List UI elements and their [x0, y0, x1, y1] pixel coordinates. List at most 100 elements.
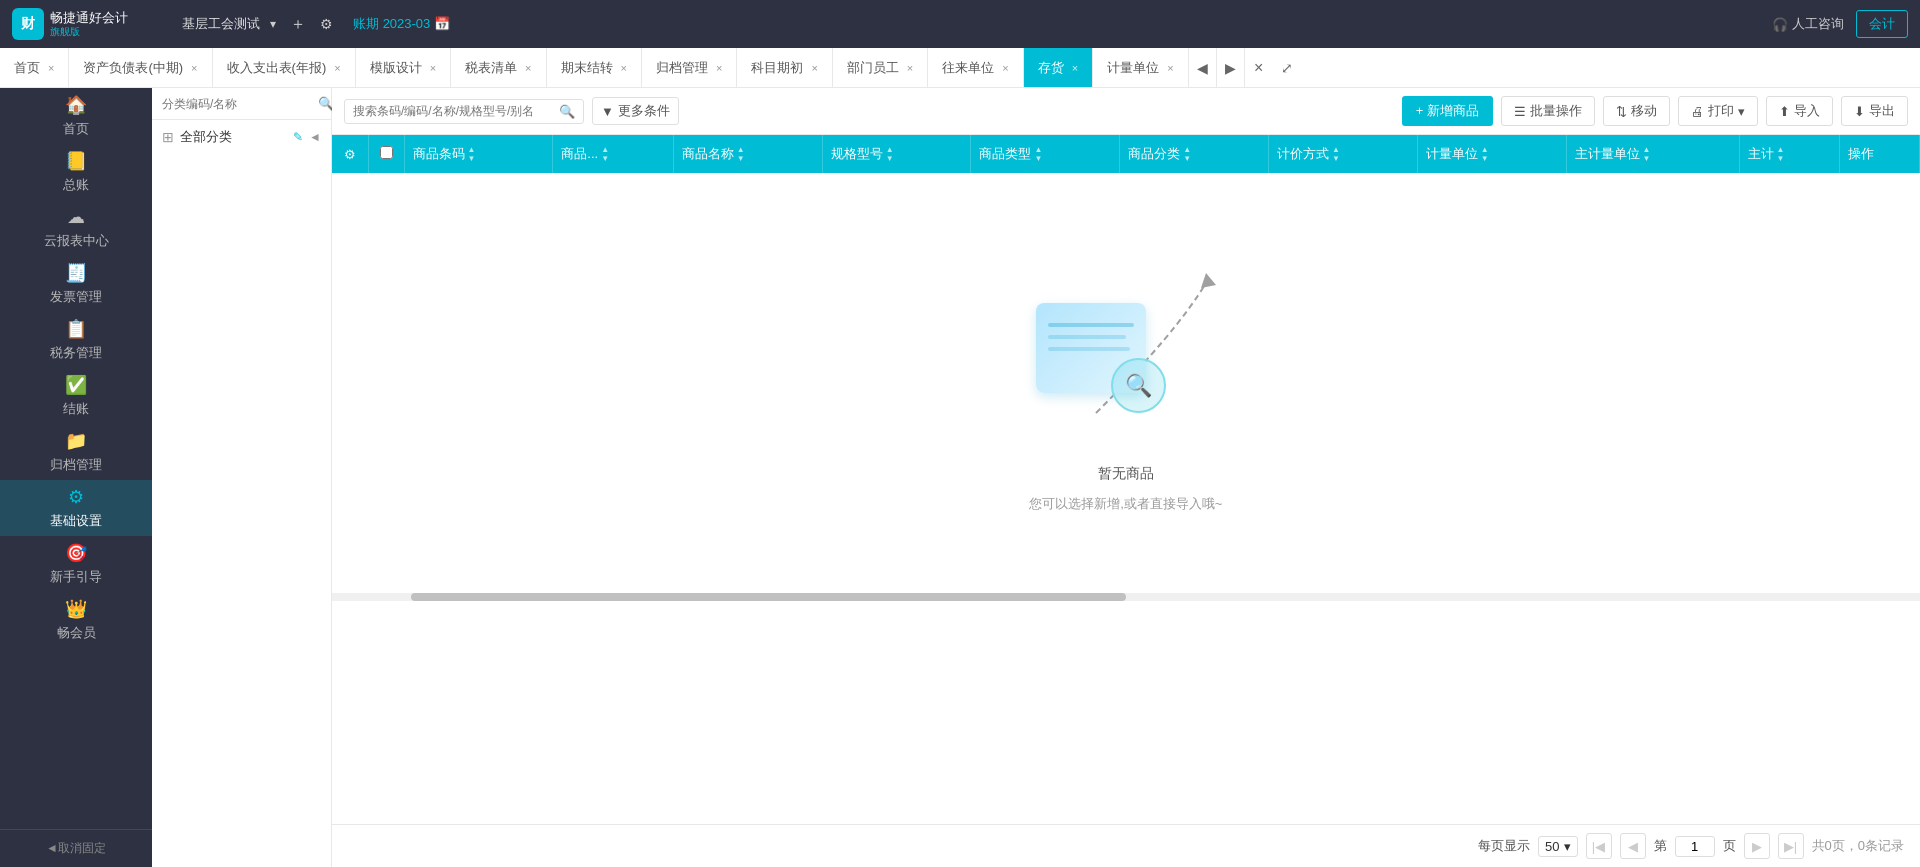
settings-button[interactable]: ⚙	[320, 16, 333, 32]
sidebar-item-close[interactable]: ✅ 结账	[0, 368, 152, 424]
tab-close[interactable]: ×	[525, 62, 531, 74]
th-type[interactable]: 商品类型 ▲▼	[971, 135, 1120, 173]
th-category[interactable]: 商品分类 ▲▼	[1120, 135, 1269, 173]
tab-label: 首页	[14, 59, 40, 77]
th-name[interactable]: 商品名称 ▲▼	[673, 135, 822, 173]
main-layout: 🏠 首页 📒 总账 ☁ 云报表中心 🧾 发票管理 📋 税务管理 ✅ 结账 📁 归…	[0, 88, 1920, 867]
sidebar-label: 税务管理	[50, 344, 102, 362]
horizontal-scrollbar[interactable]	[332, 593, 1920, 601]
first-page-button[interactable]: |◀	[1586, 833, 1612, 859]
tab-close[interactable]: ×	[430, 62, 436, 74]
company-name: 基层工会测试	[182, 15, 260, 33]
category-label: 全部分类	[180, 128, 287, 146]
category-search-bar: 🔍	[152, 88, 331, 120]
category-collapse-button[interactable]: ◄	[309, 130, 321, 144]
tab-close[interactable]: ×	[1002, 62, 1008, 74]
tab-close[interactable]: ×	[621, 62, 627, 74]
right-panel: 🔍 ▼ 更多条件 + 新增商品 ☰ 批量操作	[332, 88, 1920, 867]
per-page-select[interactable]: 50 ▾	[1538, 836, 1577, 857]
product-table-container: ⚙ 商品条码 ▲▼ 商品...	[332, 135, 1920, 824]
category-edit-button[interactable]: ✎	[293, 130, 303, 144]
toolbar-area: 🔍 ▼ 更多条件 + 新增商品 ☰ 批量操作	[332, 88, 1920, 135]
category-search-input[interactable]	[162, 97, 312, 111]
tab-存货[interactable]: 存货 ×	[1024, 48, 1093, 88]
empty-doc: 🔍	[1036, 303, 1146, 393]
add-product-button[interactable]: + 新增商品	[1402, 96, 1493, 126]
tab-label: 科目期初	[751, 59, 803, 77]
th-barcode[interactable]: 商品条码 ▲▼	[404, 135, 553, 173]
th-checkbox[interactable]	[368, 135, 404, 173]
sidebar-item-home[interactable]: 🏠 首页	[0, 88, 152, 144]
sidebar-label: 总账	[63, 176, 89, 194]
tab-label: 存货	[1038, 59, 1064, 77]
th-code[interactable]: 商品... ▲▼	[553, 135, 674, 173]
th-main-count[interactable]: 主计 ▲▼	[1739, 135, 1839, 173]
th-unit[interactable]: 计量单位 ▲▼	[1417, 135, 1566, 173]
inner-layout: 🔍 ⊞ 全部分类 ✎ ◄ 🔍 ▼	[152, 88, 1920, 867]
last-page-button[interactable]: ▶|	[1778, 833, 1804, 859]
tab-模版设计[interactable]: 模版设计 ×	[356, 48, 451, 88]
sidebar-item-ledger[interactable]: 📒 总账	[0, 144, 152, 200]
tab-首页[interactable]: 首页 ×	[0, 48, 69, 88]
move-icon: ⇅	[1616, 104, 1627, 119]
add-tab-button[interactable]: ＋	[290, 14, 306, 35]
tab-往来单位[interactable]: 往来单位 ×	[928, 48, 1023, 88]
tab-归档管理[interactable]: 归档管理 ×	[642, 48, 737, 88]
logo-icon: 财	[12, 8, 44, 40]
expand-button[interactable]: ⤢	[1273, 48, 1301, 88]
sidebar-label: 新手引导	[50, 568, 102, 586]
export-icon: ⬇	[1854, 104, 1865, 119]
tab-close[interactable]: ×	[907, 62, 913, 74]
top-header: 财 畅捷通好会计 旗舰版 基层工会测试 ▾ ＋ ⚙ 账期 2023-03 📅 🎧…	[0, 0, 1920, 48]
batch-icon: ☰	[1514, 104, 1526, 119]
close-all-tabs-button[interactable]: ×	[1245, 48, 1273, 88]
tab-close[interactable]: ×	[48, 62, 54, 74]
page-number-input[interactable]	[1675, 836, 1715, 857]
move-button[interactable]: ⇅ 移动	[1603, 96, 1670, 126]
tab-close[interactable]: ×	[1167, 62, 1173, 74]
tab-close[interactable]: ×	[811, 62, 817, 74]
tab-next-button[interactable]: ▶	[1217, 48, 1245, 88]
tab-科目期初[interactable]: 科目期初 ×	[737, 48, 832, 88]
sidebar-item-archive[interactable]: 📁 归档管理	[0, 424, 152, 480]
tab-bar: 首页 × 资产负债表(中期) × 收入支出表(年报) × 模版设计 × 税表清单…	[0, 48, 1920, 88]
tab-close[interactable]: ×	[334, 62, 340, 74]
tab-close-active[interactable]: ×	[1072, 62, 1078, 74]
account-button[interactable]: 会计	[1856, 10, 1908, 38]
sidebar-item-reports[interactable]: ☁ 云报表中心	[0, 200, 152, 256]
tab-close[interactable]: ×	[716, 62, 722, 74]
tab-收入支出表[interactable]: 收入支出表(年报) ×	[213, 48, 356, 88]
more-filter-button[interactable]: ▼ 更多条件	[592, 97, 679, 125]
tab-期末结转[interactable]: 期末结转 ×	[547, 48, 642, 88]
product-search-input[interactable]	[353, 104, 553, 118]
tab-资产负债表[interactable]: 资产负债表(中期) ×	[69, 48, 212, 88]
th-pricing[interactable]: 计价方式 ▲▼	[1268, 135, 1417, 173]
tab-close[interactable]: ×	[191, 62, 197, 74]
prev-page-button[interactable]: ◀	[1620, 833, 1646, 859]
per-page-label: 每页显示	[1478, 837, 1530, 855]
sidebar-item-tax[interactable]: 📋 税务管理	[0, 312, 152, 368]
tab-prev-button[interactable]: ◀	[1189, 48, 1217, 88]
select-all-checkbox[interactable]	[380, 146, 393, 159]
print-button[interactable]: 🖨 打印 ▾	[1678, 96, 1758, 126]
tab-计量单位[interactable]: 计量单位 ×	[1093, 48, 1188, 88]
export-button[interactable]: ⬇ 导出	[1841, 96, 1908, 126]
tab-税表清单[interactable]: 税表清单 ×	[451, 48, 546, 88]
batch-operations-button[interactable]: ☰ 批量操作	[1501, 96, 1595, 126]
th-spec[interactable]: 规格型号 ▲▼	[822, 135, 971, 173]
cancel-fixed-button[interactable]: ◄取消固定	[0, 829, 152, 867]
product-search-icon[interactable]: 🔍	[559, 104, 575, 119]
th-settings[interactable]: ⚙	[332, 135, 368, 173]
tab-label: 计量单位	[1107, 59, 1159, 77]
sidebar-item-settings[interactable]: ⚙ 基础设置	[0, 480, 152, 536]
company-dropdown[interactable]: ▾	[270, 17, 276, 31]
sidebar-item-member[interactable]: 👑 畅会员	[0, 592, 152, 648]
support-button[interactable]: 🎧 人工咨询	[1772, 15, 1844, 33]
scrollbar-thumb[interactable]	[411, 593, 1126, 601]
tab-部门员工[interactable]: 部门员工 ×	[833, 48, 928, 88]
import-button[interactable]: ⬆ 导入	[1766, 96, 1833, 126]
next-page-button[interactable]: ▶	[1744, 833, 1770, 859]
th-main-unit[interactable]: 主计量单位 ▲▼	[1566, 135, 1739, 173]
sidebar-item-invoice[interactable]: 🧾 发票管理	[0, 256, 152, 312]
sidebar-item-guide[interactable]: 🎯 新手引导	[0, 536, 152, 592]
